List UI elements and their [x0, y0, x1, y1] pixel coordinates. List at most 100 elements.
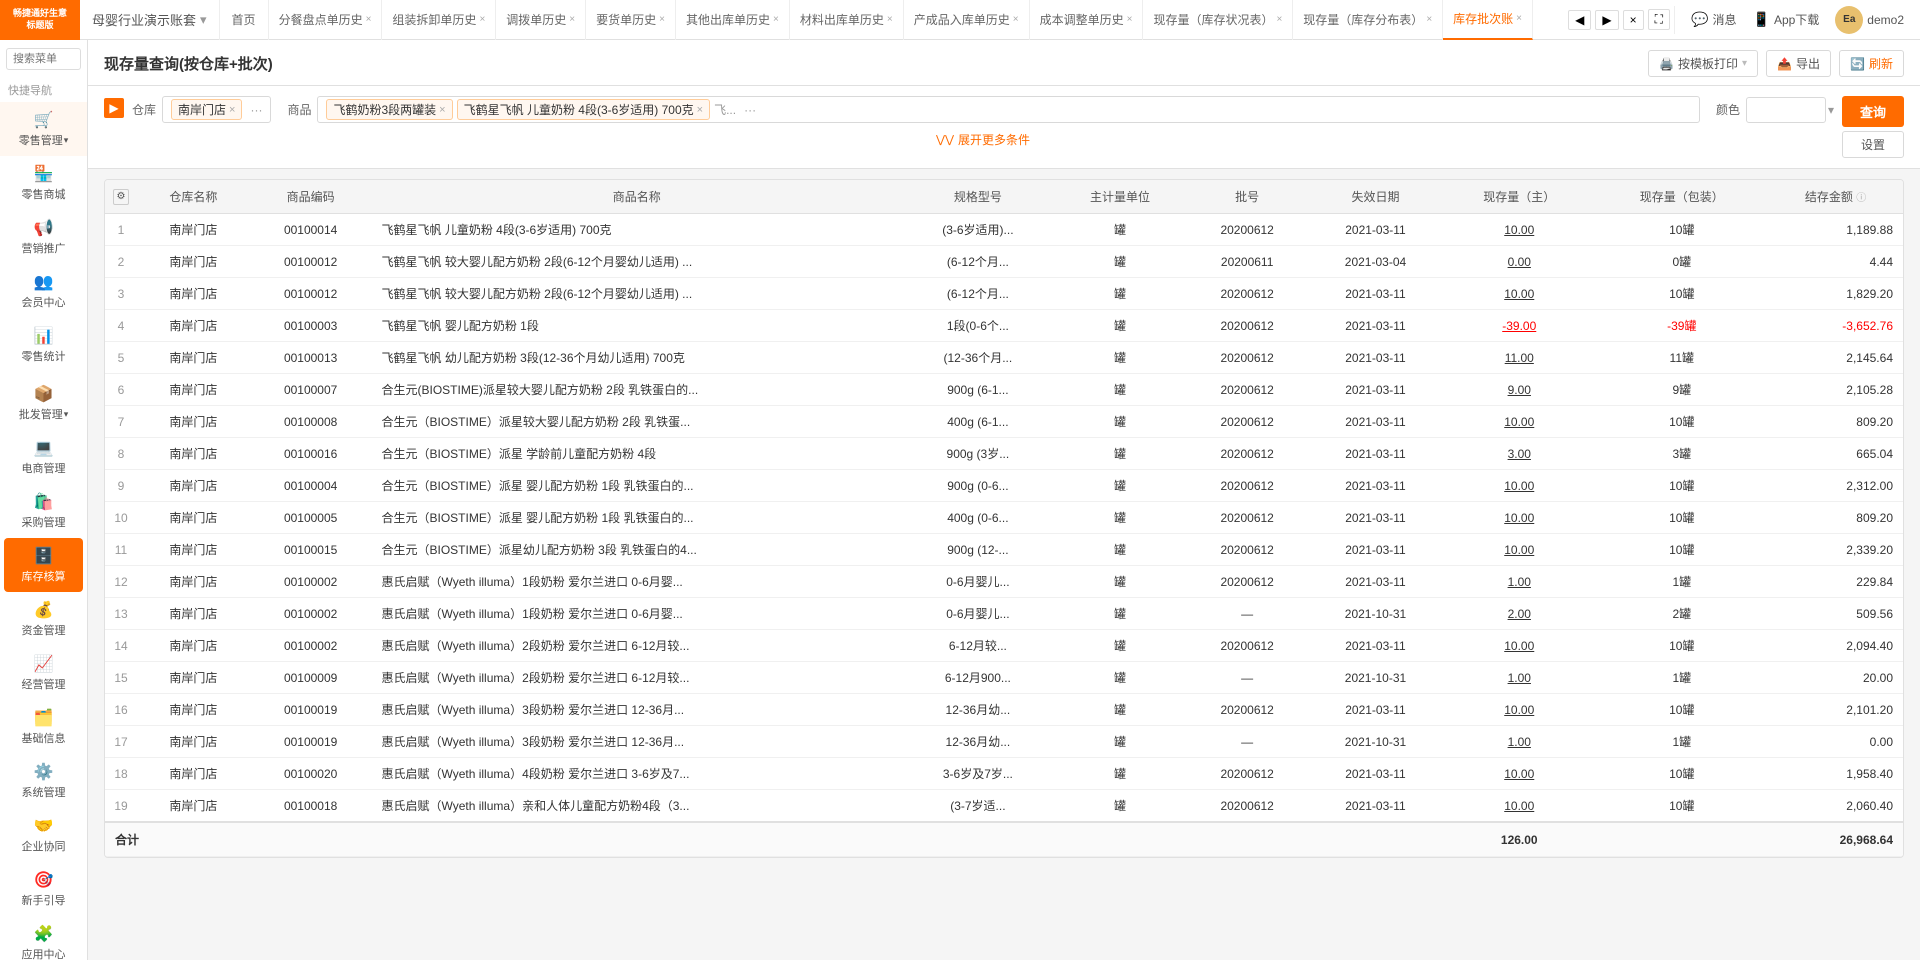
row-qty-pkg: 11罐	[1596, 342, 1768, 374]
row-qty-main[interactable]: 1.00	[1443, 566, 1596, 598]
row-name: 惠氏启赋（Wyeth illuma）2段奶粉 爱尔兰进口 6-12月较...	[371, 662, 902, 694]
tab-diaobo[interactable]: 调拨单历史×	[496, 0, 586, 40]
sidebar-item-ecommerce[interactable]: 💻 电商管理	[0, 430, 87, 484]
row-qty-main[interactable]: -39.00	[1443, 310, 1596, 342]
row-qty-main[interactable]: 10.00	[1443, 406, 1596, 438]
row-qty-main[interactable]: 10.00	[1443, 470, 1596, 502]
row-batch: 20200612	[1186, 214, 1308, 246]
tab-kucunpici[interactable]: 库存批次账×	[1443, 0, 1533, 40]
row-name: 惠氏启赋（Wyeth illuma）1段奶粉 爱尔兰进口 0-6月婴...	[371, 598, 902, 630]
tab-yaohuo[interactable]: 要货单历史×	[586, 0, 676, 40]
message-btn[interactable]: 💬 消息	[1691, 11, 1736, 28]
tab-xiancunliang-kuangtai[interactable]: 现存量（库存状况表）×	[1143, 0, 1293, 40]
product-more-dots[interactable]: ···	[744, 103, 756, 117]
row-qty-main[interactable]: 11.00	[1443, 342, 1596, 374]
sidebar-item-member[interactable]: 👥 会员中心	[0, 264, 87, 318]
tab-fenpan[interactable]: 分餐盘点单历史×	[269, 0, 383, 40]
tab-chanchenpin[interactable]: 产成品入库单历史×	[904, 0, 1030, 40]
row-qty-main[interactable]: 10.00	[1443, 694, 1596, 726]
filter-collapse-btn[interactable]: ▶	[104, 98, 124, 118]
product-tag-2-del[interactable]: ×	[697, 104, 703, 116]
account-selector[interactable]: 母婴行业演示账套 ▾	[80, 0, 220, 40]
tab-prev-btn[interactable]: ◀	[1568, 10, 1591, 30]
row-warehouse: 南岸门店	[137, 470, 250, 502]
row-qty-main[interactable]: 1.00	[1443, 662, 1596, 694]
product-filter: 商品 飞鹤奶粉3段两罐装 × 飞鹤星飞帆 儿童奶粉 4段(3-6岁适用) 700…	[287, 96, 1699, 123]
row-no: 1	[105, 214, 137, 246]
query-btn[interactable]: 查询	[1842, 96, 1904, 127]
row-qty-main[interactable]: 10.00	[1443, 758, 1596, 790]
row-qty-main[interactable]: 10.00	[1443, 278, 1596, 310]
row-code: 00100015	[250, 534, 372, 566]
col-settings[interactable]: ⚙	[105, 180, 137, 214]
row-expire: 2021-03-11	[1308, 630, 1443, 662]
row-no: 4	[105, 310, 137, 342]
warehouse-tag-del[interactable]: ×	[229, 104, 235, 116]
row-batch: —	[1186, 662, 1308, 694]
row-qty-main[interactable]: 10.00	[1443, 502, 1596, 534]
sidebar-item-enterprise[interactable]: 🤝 企业协同	[0, 808, 87, 862]
sidebar-item-retail-mall[interactable]: 🏪 零售商城	[0, 156, 87, 210]
print-btn[interactable]: 🖨️ 按模板打印 ▾	[1648, 50, 1758, 77]
row-qty-main[interactable]: 1.00	[1443, 726, 1596, 758]
tab-zuzhechaichu[interactable]: 组装拆卸单历史×	[382, 0, 496, 40]
row-qty-main[interactable]: 3.00	[1443, 438, 1596, 470]
row-qty-main[interactable]: 2.00	[1443, 598, 1596, 630]
row-amount: 665.04	[1768, 438, 1903, 470]
sidebar-item-base-info[interactable]: 🗂️ 基础信息	[0, 700, 87, 754]
sidebar-item-system[interactable]: ⚙️ 系统管理	[0, 754, 87, 808]
warehouse-tag[interactable]: 南岸门店 ×	[171, 99, 242, 120]
product-tag-1-del[interactable]: ×	[439, 104, 445, 116]
product-tag-1[interactable]: 飞鹤奶粉3段两罐装 ×	[326, 99, 452, 120]
tab-maximize-btn[interactable]: ⛶	[1648, 9, 1670, 30]
sidebar-item-purchase[interactable]: 🛍️ 采购管理	[0, 484, 87, 538]
tab-chengben[interactable]: 成本调整单历史×	[1030, 0, 1144, 40]
row-qty-main[interactable]: 9.00	[1443, 374, 1596, 406]
sidebar-item-wholesale-mgmt[interactable]: 📦 批发管理 ▾	[0, 376, 87, 430]
row-warehouse: 南岸门店	[137, 246, 250, 278]
warehouse-more-dots[interactable]: ···	[250, 103, 262, 117]
row-qty-main[interactable]: 10.00	[1443, 534, 1596, 566]
sidebar-item-operations[interactable]: 📈 经营管理	[0, 646, 87, 700]
row-no: 7	[105, 406, 137, 438]
sidebar-item-newbie[interactable]: 🎯 新手引导	[0, 862, 87, 916]
tab-close-btn[interactable]: ×	[1623, 10, 1644, 30]
row-qty-main[interactable]: 10.00	[1443, 630, 1596, 662]
row-qty-main[interactable]: 10.00	[1443, 214, 1596, 246]
sidebar-item-inventory[interactable]: 🗄️ 库存核算	[4, 538, 83, 592]
search-input[interactable]	[6, 48, 81, 70]
sidebar-item-marketing[interactable]: 📢 营销推广	[0, 210, 87, 264]
sidebar-item-retail-mgmt[interactable]: 🛒 零售管理 ▾	[0, 102, 87, 156]
row-spec: 12-36月幼...	[902, 694, 1053, 726]
settings-btn[interactable]: 设置	[1842, 131, 1904, 158]
summary-amount: 26,968.64	[1768, 822, 1903, 857]
top-tabs-container: 首页 分餐盘点单历史× 组装拆卸单历史× 调拨单历史× 要货单历史× 其他出库单…	[220, 0, 1565, 40]
row-spec: (3-7岁适...	[902, 790, 1053, 823]
col-qty-main: 现存量（主）	[1443, 180, 1596, 214]
row-qty-main[interactable]: 0.00	[1443, 246, 1596, 278]
tab-qitachuku[interactable]: 其他出库单历史×	[676, 0, 790, 40]
row-qty-main[interactable]: 10.00	[1443, 790, 1596, 823]
user-avatar[interactable]: Ea demo2	[1835, 6, 1904, 34]
app-download-btn[interactable]: 📱 App下载	[1753, 11, 1820, 28]
row-unit: 罐	[1054, 758, 1187, 790]
table-row: 16 南岸门店 00100019 惠氏启赋（Wyeth illuma）3段奶粉 …	[105, 694, 1903, 726]
row-expire: 2021-03-04	[1308, 246, 1443, 278]
tab-cailiao[interactable]: 材料出库单历史×	[790, 0, 904, 40]
page-title: 现存量查询(按仓库+批次)	[104, 53, 273, 74]
col-code: 商品编码	[250, 180, 372, 214]
product-tag-ellipsis[interactable]: 飞...	[714, 101, 736, 118]
product-tag-2[interactable]: 飞鹤星飞帆 儿童奶粉 4段(3-6岁适用) 700克 ×	[457, 99, 710, 120]
row-no: 17	[105, 726, 137, 758]
sidebar-item-retail-stats[interactable]: 📊 零售统计	[0, 318, 87, 372]
sidebar-item-finance[interactable]: 💰 资金管理	[0, 592, 87, 646]
sidebar-item-apps[interactable]: 🧩 应用中心	[0, 916, 87, 960]
export-btn[interactable]: 📤 导出	[1766, 50, 1831, 77]
refresh-btn[interactable]: 🔄 刷新	[1839, 50, 1904, 77]
tab-xiancunliang-fenbu[interactable]: 现存量（库存分布表）×	[1293, 0, 1443, 40]
tab-next-btn[interactable]: ▶	[1595, 10, 1618, 30]
expand-more-btn[interactable]: ⋁⋁ 展开更多条件	[936, 131, 1030, 148]
row-amount: 2,339.20	[1768, 534, 1903, 566]
tab-home[interactable]: 首页	[220, 0, 269, 40]
color-dropdown-arrow[interactable]: ▾	[1828, 103, 1834, 117]
